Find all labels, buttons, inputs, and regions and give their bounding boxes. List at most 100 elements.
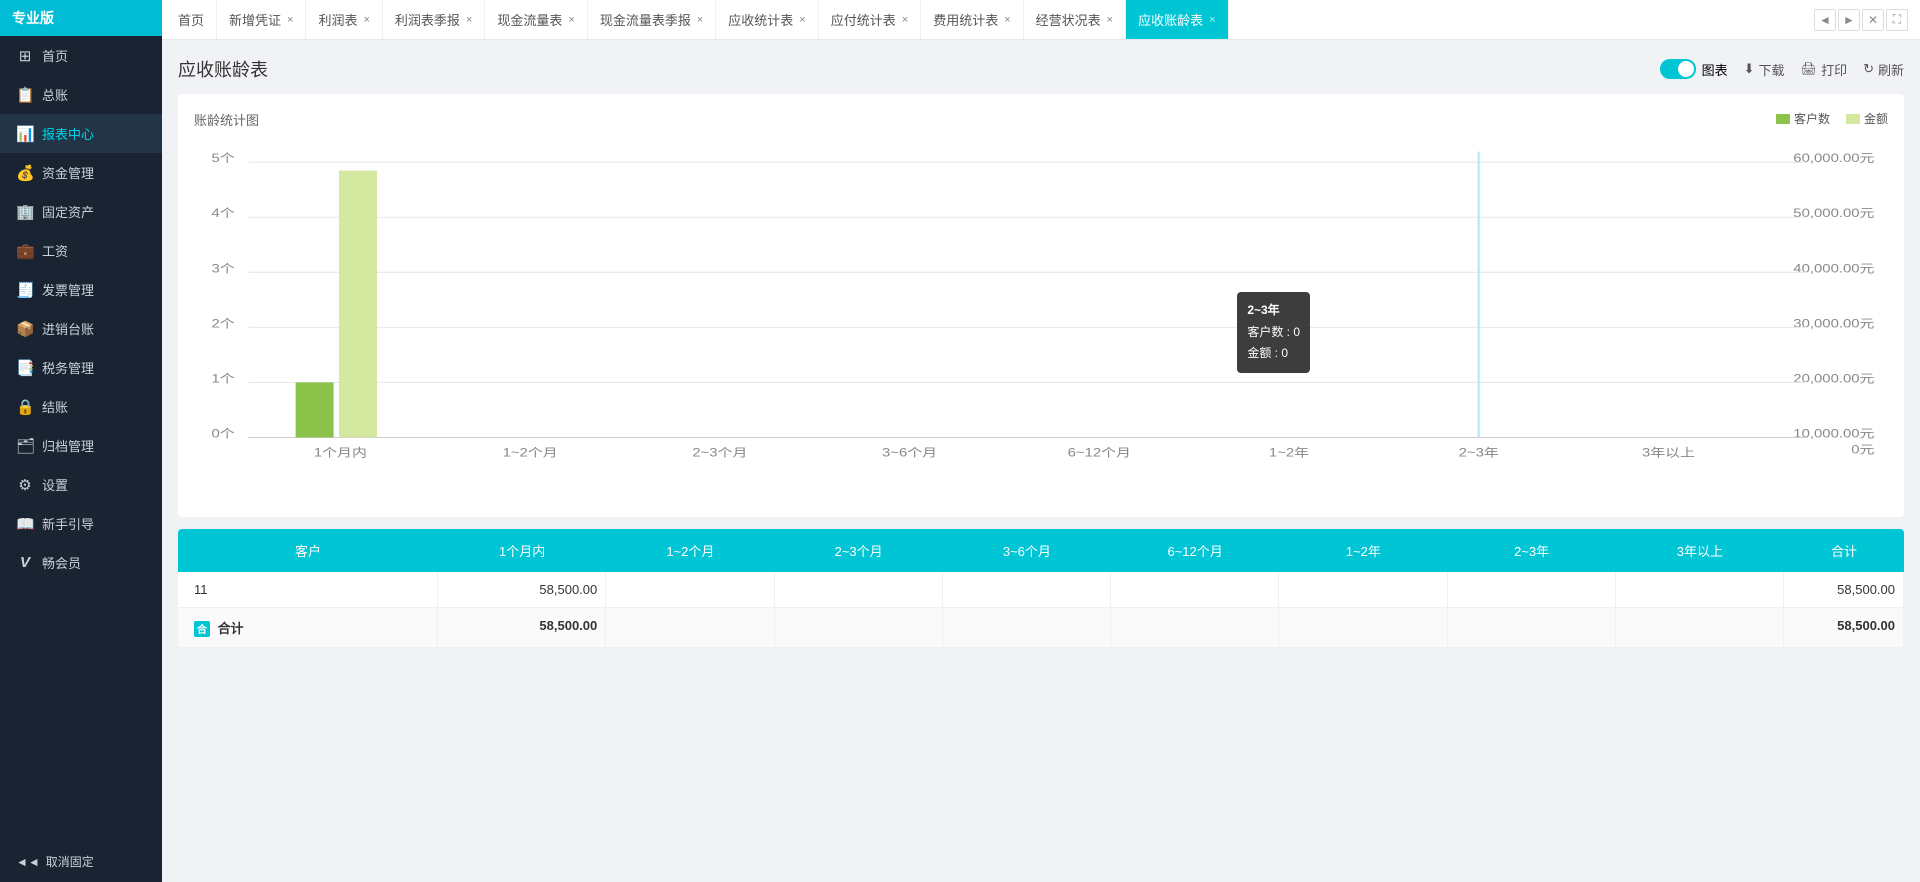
svg-text:30,000.00元: 30,000.00元: [1793, 317, 1874, 330]
chart-svg-container: 5个 4个 3个 2个 1个 0个 60,000.00元 50,000.00元 …: [194, 141, 1888, 501]
svg-text:3~6个月: 3~6个月: [882, 446, 937, 459]
sidebar-item-invoice[interactable]: 🧾 发票管理: [0, 270, 162, 309]
sidebar-item-label: 发票管理: [42, 280, 94, 299]
tab-ar-aging-close[interactable]: ×: [1209, 14, 1215, 26]
tab-voucher[interactable]: 新增凭证 ×: [217, 0, 306, 40]
page-content: 应收账龄表 图表 ⬇ 下载 🖨 打印 ↻ 刷新: [162, 40, 1920, 882]
download-icon: ⬇: [1744, 61, 1755, 77]
svg-text:5个: 5个: [211, 152, 234, 165]
page-header: 应收账龄表 图表 ⬇ 下载 🖨 打印 ↻ 刷新: [178, 56, 1904, 82]
tab-close-all-btn[interactable]: ✕: [1862, 9, 1884, 31]
legend-customers-color: [1776, 114, 1790, 124]
sidebar-item-label: 新手引导: [42, 514, 94, 533]
sidebar-item-archive[interactable]: 🗂 归档管理: [0, 426, 162, 465]
tab-profit-label: 利润表: [318, 10, 357, 29]
tab-business-stats-close[interactable]: ×: [1107, 14, 1113, 26]
col-36m: 3~6个月: [943, 529, 1111, 572]
tab-ap-stats-close[interactable]: ×: [902, 14, 908, 26]
tab-ar-aging[interactable]: 应收账龄表 ×: [1126, 0, 1228, 40]
sidebar-item-label: 资金管理: [42, 163, 94, 182]
svg-text:3年以上: 3年以上: [1642, 446, 1695, 459]
tab-profit[interactable]: 利润表 ×: [306, 0, 382, 40]
tab-profit-quarter[interactable]: 利润表季报 ×: [383, 0, 485, 40]
sidebar-item-closing[interactable]: 🔒 结账: [0, 387, 162, 426]
tab-home-label: 首页: [178, 10, 204, 29]
tab-cashflow-quarter[interactable]: 现金流量表季报 ×: [588, 0, 716, 40]
funds-icon: 💰: [16, 164, 34, 182]
sidebar-item-home[interactable]: ⊞ 首页: [0, 36, 162, 75]
refresh-button[interactable]: ↻ 刷新: [1863, 60, 1904, 79]
tab-maximize-btn[interactable]: ⛶: [1886, 9, 1908, 31]
col-total: 合计: [1784, 529, 1904, 572]
sidebar-item-label: 结账: [42, 397, 68, 416]
ledger-icon: 📋: [16, 86, 34, 104]
cell-36m-0: [943, 572, 1111, 607]
col-customer: 客户: [178, 529, 438, 572]
tab-profit-quarter-label: 利润表季报: [395, 10, 460, 29]
tab-next-btn[interactable]: ►: [1838, 9, 1860, 31]
sidebar-item-ledger[interactable]: 📋 总账: [0, 75, 162, 114]
sidebar-item-label: 工资: [42, 241, 68, 260]
tab-business-stats-label: 经营状况表: [1036, 10, 1101, 29]
cell-612m-0: [1111, 572, 1279, 607]
tab-home[interactable]: 首页: [166, 0, 217, 40]
total-3yplus: [1616, 608, 1784, 647]
svg-text:1个月内: 1个月内: [314, 446, 367, 459]
sidebar-item-settings[interactable]: ⚙ 设置: [0, 465, 162, 504]
sidebar-item-guide[interactable]: 📖 新手引导: [0, 504, 162, 543]
sidebar-item-vip[interactable]: V 畅会员: [0, 543, 162, 582]
tab-nav: ◄ ► ✕ ⛶: [1806, 9, 1916, 31]
bar-1m-amount: [339, 171, 377, 438]
bar-1m-customers: [296, 382, 334, 437]
sidebar-item-label: 报表中心: [42, 124, 94, 143]
svg-text:3个: 3个: [211, 262, 234, 275]
sidebar-item-funds[interactable]: 💰 资金管理: [0, 153, 162, 192]
sidebar-item-assets[interactable]: 🏢 固定资产: [0, 192, 162, 231]
toggle-track[interactable]: [1660, 59, 1696, 79]
sidebar-item-label: 首页: [42, 46, 68, 65]
tab-ar-aging-label: 应收账龄表: [1138, 10, 1203, 29]
sidebar-item-inventory[interactable]: 📦 进销台账: [0, 309, 162, 348]
tab-ar-stats[interactable]: 应收统计表 ×: [716, 0, 818, 40]
cell-12m-0: [606, 572, 774, 607]
table-header: 客户 1个月内 1~2个月 2~3个月 3~6个月 6~12个月 1~2年 2~…: [178, 529, 1904, 572]
col-12m: 1~2个月: [606, 529, 774, 572]
cell-23y-0: [1448, 572, 1616, 607]
tab-voucher-close[interactable]: ×: [287, 14, 293, 26]
tab-business-stats[interactable]: 经营状况表 ×: [1024, 0, 1126, 40]
sidebar-item-label: 设置: [42, 475, 68, 494]
closing-icon: 🔒: [16, 398, 34, 416]
tab-profit-close[interactable]: ×: [363, 14, 369, 26]
svg-text:20,000.00元: 20,000.00元: [1793, 372, 1874, 385]
toggle-thumb: [1678, 61, 1694, 77]
chart-toggle[interactable]: 图表: [1660, 59, 1728, 79]
chart-legend: 客户数 金额: [1776, 110, 1888, 127]
print-button[interactable]: 🖨 打印: [1801, 60, 1848, 79]
download-label: 下载: [1759, 60, 1785, 79]
tab-cashflow[interactable]: 现金流量表 ×: [485, 0, 587, 40]
svg-text:50,000.00元: 50,000.00元: [1793, 207, 1874, 220]
total-12y: [1279, 608, 1447, 647]
total-23m: [775, 608, 943, 647]
sidebar-item-salary[interactable]: 💼 工资: [0, 231, 162, 270]
cell-3yplus-0: [1616, 572, 1784, 607]
tab-cashflow-quarter-close[interactable]: ×: [697, 14, 703, 26]
tab-ar-stats-close[interactable]: ×: [799, 14, 805, 26]
download-button[interactable]: ⬇ 下载: [1744, 60, 1785, 79]
total-612m: [1111, 608, 1279, 647]
tab-prev-btn[interactable]: ◄: [1814, 9, 1836, 31]
svg-text:1~2年: 1~2年: [1269, 446, 1309, 459]
sidebar-item-label: 归档管理: [42, 436, 94, 455]
svg-text:10,000.00元: 10,000.00元: [1793, 427, 1874, 440]
tab-profit-quarter-close[interactable]: ×: [466, 14, 472, 26]
sidebar-footer[interactable]: ◄◄ 取消固定: [0, 841, 162, 882]
sidebar-item-reports[interactable]: 📊 报表中心: [0, 114, 162, 153]
tab-ap-stats[interactable]: 应付统计表 ×: [819, 0, 921, 40]
tab-cashflow-close[interactable]: ×: [568, 14, 574, 26]
legend-amount-color: [1846, 114, 1860, 124]
page-actions: 图表 ⬇ 下载 🖨 打印 ↻ 刷新: [1660, 59, 1904, 79]
sidebar-item-label: 固定资产: [42, 202, 94, 221]
sidebar-item-tax[interactable]: 📑 税务管理: [0, 348, 162, 387]
tab-expense-stats[interactable]: 费用统计表 ×: [921, 0, 1023, 40]
tab-expense-stats-close[interactable]: ×: [1004, 14, 1010, 26]
